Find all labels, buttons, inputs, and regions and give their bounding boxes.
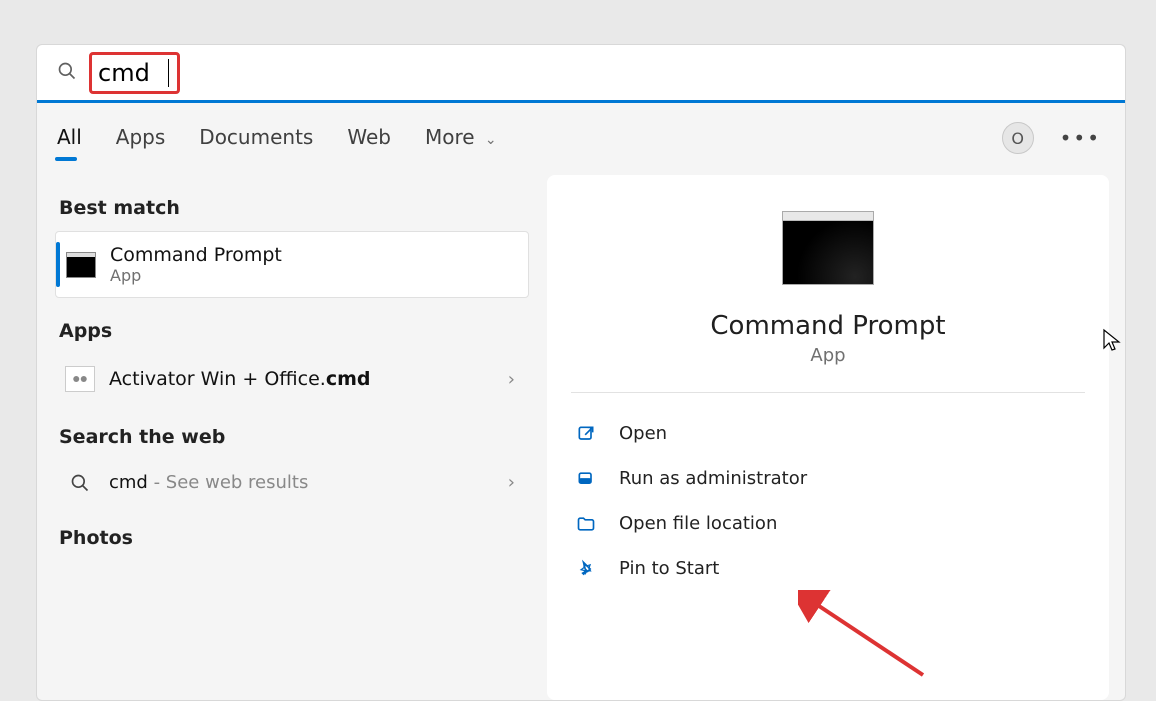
tab-all[interactable]: All: [55, 111, 84, 165]
cmd-icon: [66, 252, 96, 278]
pin-icon: [575, 559, 597, 579]
action-pin-start[interactable]: Pin to Start: [567, 546, 1089, 591]
tab-documents[interactable]: Documents: [197, 111, 315, 165]
cmd-hero-icon: [782, 211, 874, 285]
section-search-web: Search the web: [59, 426, 529, 448]
results-column: Best match Command Prompt App Apps Activ…: [37, 175, 547, 700]
user-avatar[interactable]: O: [1002, 122, 1034, 154]
tab-more[interactable]: More ⌄: [423, 111, 499, 165]
folder-icon: [575, 514, 597, 534]
section-best-match: Best match: [59, 197, 529, 219]
result-title: Activator Win + Office.cmd: [109, 368, 371, 390]
web-query: cmd: [109, 472, 148, 493]
search-icon: [57, 61, 77, 85]
filter-tabs-row: All Apps Documents Web More ⌄ O •••: [37, 103, 1125, 173]
text-caret: [168, 59, 169, 87]
result-label-match: cmd: [326, 368, 371, 390]
action-open[interactable]: Open: [567, 411, 1089, 456]
action-run-admin[interactable]: Run as administrator: [567, 456, 1089, 501]
action-label: Open file location: [619, 513, 777, 534]
chevron-right-icon: ›: [508, 472, 519, 493]
chevron-down-icon: ⌄: [485, 132, 497, 148]
tab-web[interactable]: Web: [345, 111, 393, 165]
action-open-location[interactable]: Open file location: [567, 501, 1089, 546]
result-title: Command Prompt: [110, 244, 518, 266]
action-label: Pin to Start: [619, 558, 719, 579]
divider: [571, 392, 1085, 393]
action-label: Open: [619, 423, 667, 444]
start-search-panel: cmd All Apps Documents Web More ⌄ O ••• …: [36, 44, 1126, 701]
tab-apps[interactable]: Apps: [114, 111, 168, 165]
result-subtitle: App: [110, 266, 518, 285]
search-bar: cmd: [37, 45, 1125, 103]
search-input[interactable]: cmd: [98, 59, 168, 87]
result-label-prefix: Activator Win + Office.: [109, 368, 326, 390]
result-web-search[interactable]: cmd - See web results ›: [55, 460, 529, 505]
more-options-icon[interactable]: •••: [1054, 120, 1107, 156]
result-command-prompt[interactable]: Command Prompt App: [55, 231, 529, 298]
tab-more-label: More: [425, 125, 475, 149]
detail-subtitle: App: [810, 345, 845, 366]
detail-title: Command Prompt: [710, 311, 945, 341]
section-photos: Photos: [59, 527, 529, 549]
action-label: Run as administrator: [619, 468, 807, 489]
gear-icon: [65, 366, 95, 392]
search-input-highlight: cmd: [89, 52, 180, 94]
shield-icon: [575, 469, 597, 489]
web-rest: - See web results: [148, 472, 308, 493]
open-icon: [575, 424, 597, 444]
section-apps: Apps: [59, 320, 529, 342]
chevron-right-icon: ›: [508, 369, 519, 390]
result-activator[interactable]: Activator Win + Office.cmd ›: [55, 354, 529, 404]
search-icon: [65, 473, 95, 493]
detail-pane: Command Prompt App Open Run as administr…: [547, 175, 1109, 700]
